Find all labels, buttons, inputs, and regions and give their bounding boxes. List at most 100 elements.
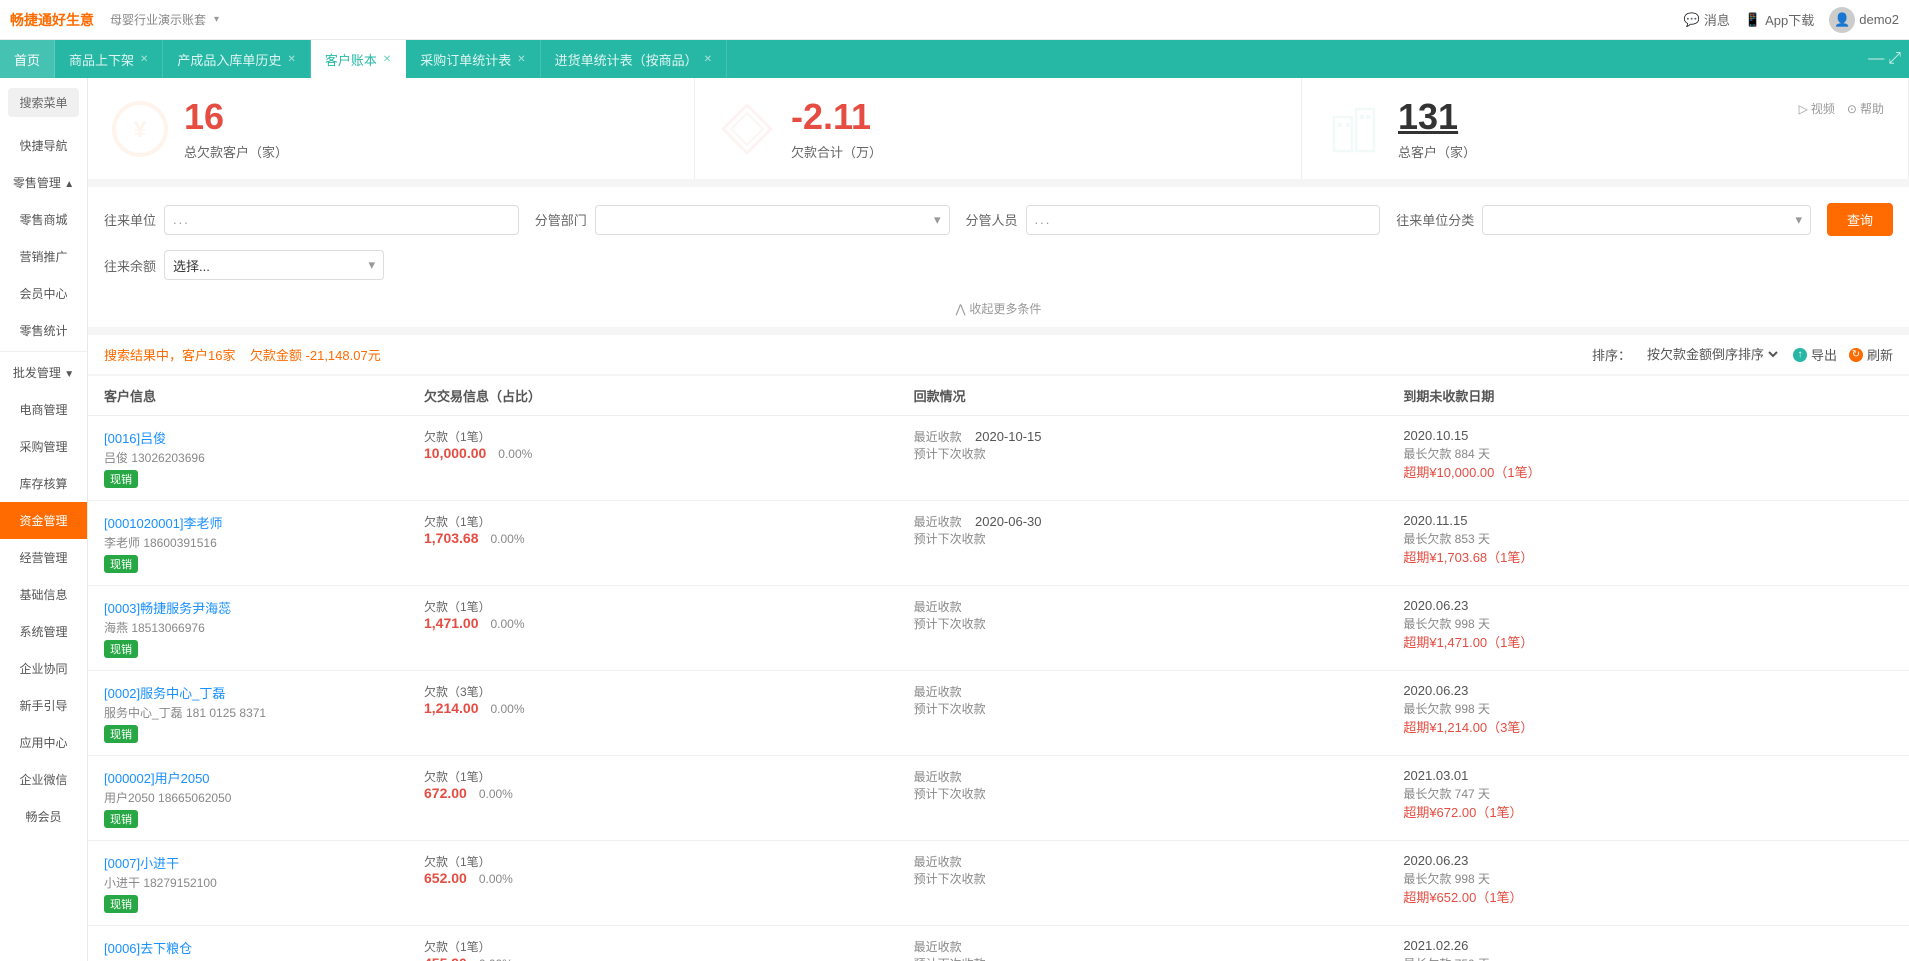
debt-amount-0: 10,000.00: [424, 445, 486, 461]
customer-cell-2: [0003]畅捷服务尹海蕊 海燕 18513066976 现销: [104, 598, 424, 658]
sidebar-item-畅会员[interactable]: 畅会员: [0, 798, 87, 835]
customer-name-5[interactable]: [0007]小进干: [104, 853, 424, 872]
overdue-amount-label: 欠款合计（万）: [791, 142, 1277, 161]
message-label: 消息: [1704, 10, 1730, 29]
tab-product-history[interactable]: 产成品入库单历史 ✕: [163, 40, 310, 78]
due-cell-6: 2021.02.26 最长欠款 750 天 超期¥455.90（1笔）: [1403, 938, 1893, 961]
customer-name-2[interactable]: [0003]畅捷服务尹海蕊: [104, 598, 424, 617]
customer-name-1[interactable]: [0001020001]李老师: [104, 513, 424, 532]
from-unit-input[interactable]: ...: [164, 205, 519, 235]
sidebar-item-retail-mall[interactable]: 零售商城: [0, 201, 87, 238]
sidebar-item-basic-info[interactable]: 基础信息: [0, 576, 87, 613]
tab-stock-stat[interactable]: 进货单统计表（按商品） ✕: [541, 40, 727, 78]
sidebar-item-app-center[interactable]: 应用中心: [0, 724, 87, 761]
sidebar-item-system-mgmt[interactable]: 系统管理: [0, 613, 87, 650]
customer-name-4[interactable]: [000002]用户2050: [104, 768, 424, 787]
sidebar-item-enterprise-wechat[interactable]: 企业微信: [0, 761, 87, 798]
sort-label: 排序：: [1592, 345, 1631, 364]
sidebar-item-enterprise-collab[interactable]: 企业协同: [0, 650, 87, 687]
refresh-icon: ↻: [1849, 348, 1863, 362]
debt-percent-2: 0.00%: [491, 617, 525, 631]
sidebar-item-quick-nav[interactable]: 快捷导航: [0, 127, 87, 164]
sidebar-item-retail-mgmt[interactable]: 零售管理 ▲: [0, 164, 87, 201]
arrow-icon: ▼: [64, 369, 74, 380]
sidebar-item-retail-stats[interactable]: 零售统计: [0, 312, 87, 349]
customer-name-3[interactable]: [0002]服务中心_丁磊: [104, 683, 424, 702]
refresh-btn[interactable]: ↻ 刷新: [1849, 345, 1893, 364]
close-icon[interactable]: ✕: [140, 54, 148, 65]
debt-amount-6: 455.90: [424, 955, 467, 961]
username: demo2: [1859, 12, 1899, 27]
next-collect-3: 预计下次收款: [914, 700, 1404, 717]
sidebar: 搜索菜单 快捷导航 零售管理 ▲ 零售商城 营销推广 会员中心 零售统计 批发管…: [0, 78, 88, 961]
balance-filter: 往来余额 选择... ▾: [104, 250, 384, 280]
close-icon[interactable]: ✕: [704, 54, 712, 65]
unit-category-select[interactable]: ▾: [1482, 205, 1811, 235]
close-icon[interactable]: ✕: [287, 54, 295, 65]
overdue-amount-3[interactable]: 超期¥1,214.00（3笔）: [1403, 717, 1893, 736]
debt-cell-1: 欠款（1笔） 1,703.68 0.00%: [424, 513, 914, 546]
table-row: [0007]小进干 小进干 18279152100 现销 欠款（1笔） 652.…: [88, 841, 1909, 926]
message-btn[interactable]: 💬 消息: [1684, 10, 1730, 29]
sidebar-item-batch-mgmt[interactable]: 批发管理 ▼: [0, 354, 87, 391]
balance-select[interactable]: 选择... ▾: [164, 250, 384, 280]
sidebar-item-finance[interactable]: 资金管理: [0, 502, 87, 539]
sidebar-item-member-center[interactable]: 会员中心: [0, 275, 87, 312]
help-btn[interactable]: ⊙ 帮助: [1847, 100, 1884, 117]
manager-input[interactable]: ...: [1026, 205, 1381, 235]
customer-phone-0: 吕俊 13026203696: [104, 449, 424, 466]
overdue-amount-1[interactable]: 超期¥1,703.68（1笔）: [1403, 547, 1893, 566]
filter-area: 往来单位 ... 分管部门 ▾ 分管人员 ...: [88, 187, 1909, 327]
debt-cell-0: 欠款（1笔） 10,000.00 0.00%: [424, 428, 914, 461]
debt-label-5: 欠款（1笔）: [424, 853, 914, 870]
sidebar-item-inventory[interactable]: 库存核算: [0, 465, 87, 502]
tab-product-listing[interactable]: 商品上下架 ✕: [55, 40, 163, 78]
sidebar-item-newbie-guide[interactable]: 新手引导: [0, 687, 87, 724]
due-date-5: 2020.06.23: [1403, 853, 1893, 868]
search-menu-btn[interactable]: 搜索菜单: [8, 88, 79, 117]
overdue-amount-0[interactable]: 超期¥10,000.00（1笔）: [1403, 462, 1893, 481]
tab-home[interactable]: 首页: [0, 40, 55, 78]
overdue-amount-4[interactable]: 超期¥672.00（1笔）: [1403, 802, 1893, 821]
video-btn[interactable]: ▷ 视频: [1799, 100, 1835, 117]
user-avatar[interactable]: 👤 demo2: [1829, 7, 1899, 33]
search-button[interactable]: 查询: [1827, 203, 1893, 236]
help-label: 帮助: [1860, 100, 1884, 117]
sidebar-item-purchase-mgmt[interactable]: 采购管理: [0, 428, 87, 465]
close-icon[interactable]: ✕: [517, 54, 525, 65]
nav-window-controls: — ⤢: [1860, 50, 1909, 68]
close-icon[interactable]: ✕: [383, 54, 391, 65]
collect-label-4: 最近收款: [914, 768, 1404, 785]
sidebar-item-marketing[interactable]: 营销推广: [0, 238, 87, 275]
collapse-bar[interactable]: ⋀ 收起更多条件: [104, 294, 1893, 327]
main-content: ¥ 16 总欠款客户（家） -2.11 欠款合计（万: [88, 78, 1909, 961]
table-row: [0016]吕俊 吕俊 13026203696 现销 欠款（1笔） 10,000…: [88, 416, 1909, 501]
sidebar-item-ecommerce[interactable]: 电商管理: [0, 391, 87, 428]
minimize-btn[interactable]: —: [1868, 50, 1884, 68]
tab-customer-account[interactable]: 客户账本 ✕: [311, 40, 406, 78]
export-btn[interactable]: ↑ 导出: [1793, 345, 1837, 364]
sort-select[interactable]: 按欠款金额倒序排序: [1643, 346, 1781, 363]
customer-phone-5: 小进干 18279152100: [104, 874, 424, 891]
building-icon: [1326, 101, 1382, 157]
sidebar-item-ops-mgmt[interactable]: 经营管理: [0, 539, 87, 576]
next-collect-5: 预计下次收款: [914, 870, 1404, 887]
customer-name-0[interactable]: [0016]吕俊: [104, 428, 424, 447]
tab-purchase-order[interactable]: 采购订单统计表 ✕: [406, 40, 540, 78]
chevron-down-icon[interactable]: ▾: [214, 14, 219, 25]
customer-name-6[interactable]: [0006]去下粮仓: [104, 938, 424, 957]
balance-placeholder: 选择...: [173, 256, 210, 275]
debt-cell-5: 欠款（1笔） 652.00 0.00%: [424, 853, 914, 886]
overdue-amount-5[interactable]: 超期¥652.00（1笔）: [1403, 887, 1893, 906]
customer-phone-2: 海燕 18513066976: [104, 619, 424, 636]
overdue-amount-2[interactable]: 超期¥1,471.00（1笔）: [1403, 632, 1893, 651]
customer-tag-2: 现销: [104, 640, 138, 658]
nav-tabs: 首页 商品上下架 ✕ 产成品入库单历史 ✕ 客户账本 ✕ 采购订单统计表 ✕ 进…: [0, 40, 1909, 78]
app-download-btn[interactable]: 📱 App下载: [1745, 10, 1814, 29]
logo: 畅捷通好生意: [10, 10, 94, 30]
dept-select[interactable]: ▾: [595, 205, 950, 235]
total-customers-label: 总客户（家）: [1398, 142, 1783, 161]
customer-tag-0: 现销: [104, 470, 138, 488]
debt-label-1: 欠款（1笔）: [424, 513, 914, 530]
maximize-btn[interactable]: ⤢: [1888, 50, 1901, 68]
